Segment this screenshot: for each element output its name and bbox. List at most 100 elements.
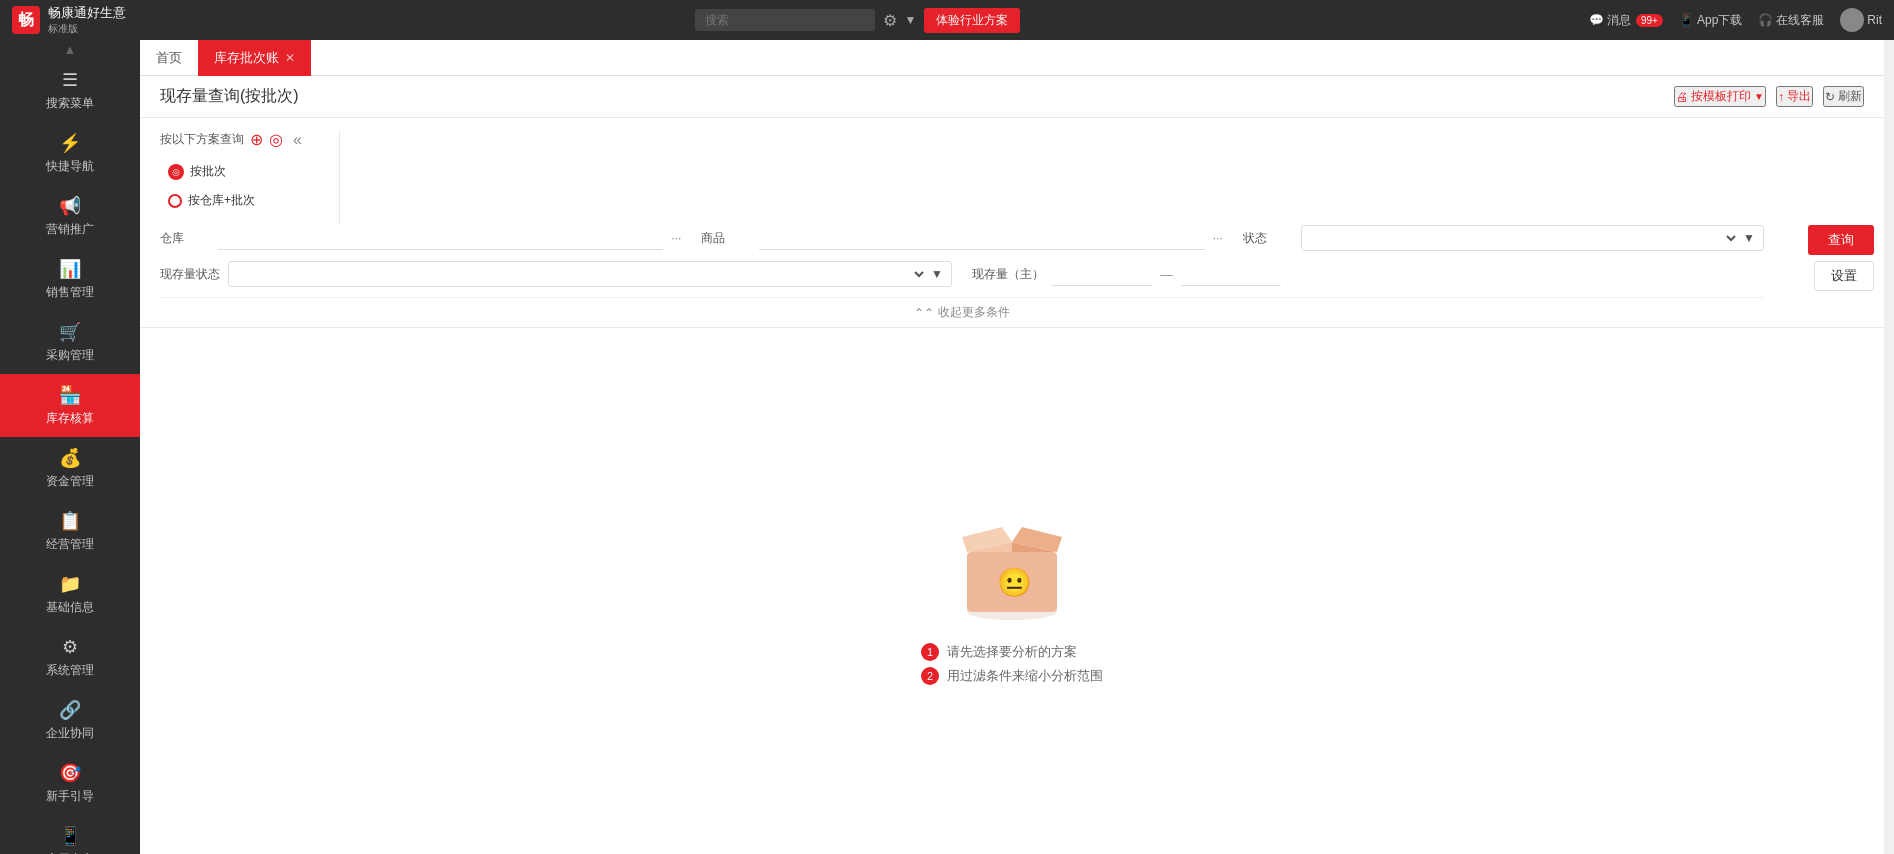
- export-button[interactable]: ↑ 导出: [1776, 86, 1813, 107]
- inventory-icon: 🏪: [59, 384, 81, 406]
- sidebar-item-label-basic-info: 基础信息: [46, 599, 94, 616]
- user-avatar[interactable]: Rit: [1840, 8, 1882, 32]
- collapse-more-button[interactable]: ⌃⌃ 收起更多条件: [160, 297, 1764, 327]
- online-support-button[interactable]: 🎧 在线客服: [1758, 12, 1824, 29]
- svg-text:😐: 😐: [997, 566, 1032, 599]
- status-label: 状态: [1243, 230, 1293, 247]
- sidebar-item-basic-info[interactable]: 📁 基础信息: [0, 563, 140, 626]
- stock-amount-max-input[interactable]: [1181, 263, 1281, 286]
- status-dropdown-icon: ▼: [1743, 231, 1755, 245]
- sidebar-item-apps[interactable]: 📱 应用中心: [0, 815, 140, 854]
- settings-icon[interactable]: ⚙: [883, 11, 897, 30]
- sidebar-item-label-newbie: 新手引导: [46, 788, 94, 805]
- empty-svg: 😐: [947, 497, 1077, 627]
- step-1-number: 1: [921, 643, 939, 661]
- filter-sidebar-title: 按以下方案查询 ⊕ ◎ «: [160, 130, 329, 149]
- tab-inventory-batch[interactable]: 库存批次账 ✕: [198, 40, 311, 76]
- stock-amount-label: 现存量（主）: [972, 266, 1044, 283]
- sidebar-item-marketing[interactable]: 📢 营销推广: [0, 185, 140, 248]
- template-print-button[interactable]: 🖨 按模板打印 ▼: [1674, 86, 1766, 107]
- app-download-button[interactable]: 📱 App下载: [1679, 12, 1742, 29]
- filter-and-content: 按以下方案查询 ⊕ ◎ « ◎ 按批次: [140, 118, 1884, 854]
- app-edition: 标准版: [48, 22, 126, 36]
- sidebar-item-system[interactable]: ⚙ 系统管理: [0, 626, 140, 689]
- right-scrollbar[interactable]: [1884, 40, 1894, 854]
- tab-inventory-batch-label: 库存批次账: [214, 40, 279, 76]
- avatar-icon: [1840, 8, 1864, 32]
- filter-collapse-icon[interactable]: «: [293, 131, 302, 149]
- add-filter-icon[interactable]: ⊕: [250, 130, 263, 149]
- stock-amount-field: 现存量（主） —: [972, 263, 1764, 286]
- filter-option-warehouse-batch[interactable]: 按仓库+批次: [160, 186, 329, 215]
- system-icon: ⚙: [62, 636, 78, 658]
- settings-button[interactable]: 设置: [1814, 261, 1874, 291]
- status-dropdown[interactable]: [1310, 230, 1739, 246]
- filter-option-batch[interactable]: ◎ 按批次: [160, 157, 329, 186]
- template-print-label: 按模板打印: [1691, 88, 1751, 105]
- sidebar-item-finance[interactable]: 💰 资金管理: [0, 437, 140, 500]
- goods-more-icon[interactable]: ···: [1213, 231, 1223, 245]
- query-button[interactable]: 查询: [1808, 225, 1874, 255]
- collapse-more-label: 收起更多条件: [938, 304, 1010, 321]
- sidebar-item-purchase[interactable]: 🛒 采购管理: [0, 311, 140, 374]
- support-icon: 🎧: [1758, 13, 1773, 27]
- scroll-up-arrow[interactable]: ▲: [0, 40, 140, 59]
- tab-home[interactable]: 首页: [140, 40, 198, 76]
- radio-dot: [172, 198, 178, 204]
- print-dropdown-icon[interactable]: ▼: [1754, 91, 1764, 102]
- messages-button[interactable]: 💬 消息 99+: [1589, 12, 1663, 29]
- filter-sidebar: 按以下方案查询 ⊕ ◎ « ◎ 按批次: [140, 130, 340, 225]
- refresh-label: 刷新: [1838, 88, 1862, 105]
- sidebar-item-quick-nav[interactable]: ⚡ 快捷导航: [0, 122, 140, 185]
- warehouse-more-icon[interactable]: ···: [671, 231, 681, 245]
- sidebar-item-label-inventory: 库存核算: [46, 410, 94, 427]
- operations-icon: 📋: [59, 510, 81, 532]
- sidebar-item-newbie[interactable]: 🎯 新手引导: [0, 752, 140, 815]
- sidebar-item-enterprise[interactable]: 🔗 企业协同: [0, 689, 140, 752]
- collapse-up-icon: ⌃⌃: [914, 306, 934, 320]
- settings-filter-icon[interactable]: ◎: [269, 130, 283, 149]
- search-input[interactable]: [695, 9, 875, 31]
- goods-label: 商品: [701, 230, 751, 247]
- stock-status-field: 现存量状态 ▼: [160, 261, 952, 287]
- search-menu-icon: ☰: [62, 69, 78, 91]
- goods-input[interactable]: [759, 227, 1204, 250]
- stock-status-label: 现存量状态: [160, 266, 220, 283]
- sidebar-item-search[interactable]: ☰ 搜索菜单: [0, 59, 140, 122]
- download-icon: 📱: [1679, 13, 1694, 27]
- filter-option-warehouse-batch-label: 按仓库+批次: [188, 192, 255, 209]
- quick-nav-icon: ⚡: [59, 132, 81, 154]
- page-header: 现存量查询(按批次) 🖨 按模板打印 ▼ ↑ 导出 ↻ 刷新: [140, 76, 1884, 118]
- stock-status-select[interactable]: ▼: [228, 261, 952, 287]
- filter-row-2: 现存量状态 ▼ 现存量（主） —: [160, 261, 1764, 287]
- stock-amount-min-input[interactable]: [1052, 263, 1152, 286]
- industry-button[interactable]: 体验行业方案: [924, 8, 1020, 33]
- status-select[interactable]: ▼: [1301, 225, 1764, 251]
- refresh-button[interactable]: ↻ 刷新: [1823, 86, 1864, 107]
- stock-status-dropdown-icon: ▼: [931, 267, 943, 281]
- page-title: 现存量查询(按批次): [160, 86, 299, 107]
- dropdown-icon[interactable]: ▼: [905, 13, 917, 27]
- newbie-icon: 🎯: [59, 762, 81, 784]
- empty-step-1: 1 请先选择要分析的方案: [921, 643, 1103, 661]
- stock-status-dropdown[interactable]: [237, 266, 927, 282]
- user-name: Rit: [1867, 13, 1882, 27]
- tab-close-icon[interactable]: ✕: [285, 40, 295, 76]
- basic-info-icon: 📁: [59, 573, 81, 595]
- sidebar-item-label-marketing: 营销推广: [46, 221, 94, 238]
- app-info: 畅康通好生意 标准版: [48, 4, 126, 36]
- sidebar-item-label-system: 系统管理: [46, 662, 94, 679]
- app-download-label: App下载: [1697, 12, 1742, 29]
- sidebar-item-label-purchase: 采购管理: [46, 347, 94, 364]
- sidebar-item-operations[interactable]: 📋 经营管理: [0, 500, 140, 563]
- sidebar-item-inventory[interactable]: 🏪 库存核算: [0, 374, 140, 437]
- content-area: 首页 库存批次账 ✕ 现存量查询(按批次) 🖨 按模板打印 ▼ ↑ 导出: [140, 40, 1884, 854]
- warehouse-input[interactable]: [218, 227, 663, 250]
- header-right: 💬 消息 99+ 📱 App下载 🎧 在线客服 Rit: [1589, 8, 1882, 32]
- tab-bar: 首页 库存批次账 ✕: [140, 40, 1884, 76]
- step-2-text: 用过滤条件来缩小分析范围: [947, 667, 1103, 685]
- message-icon: 💬: [1589, 13, 1604, 27]
- sidebar-item-sales[interactable]: 📊 销售管理: [0, 248, 140, 311]
- messages-badge: 99+: [1636, 14, 1663, 27]
- filter-buttons-area: 查询 设置: [1784, 225, 1884, 327]
